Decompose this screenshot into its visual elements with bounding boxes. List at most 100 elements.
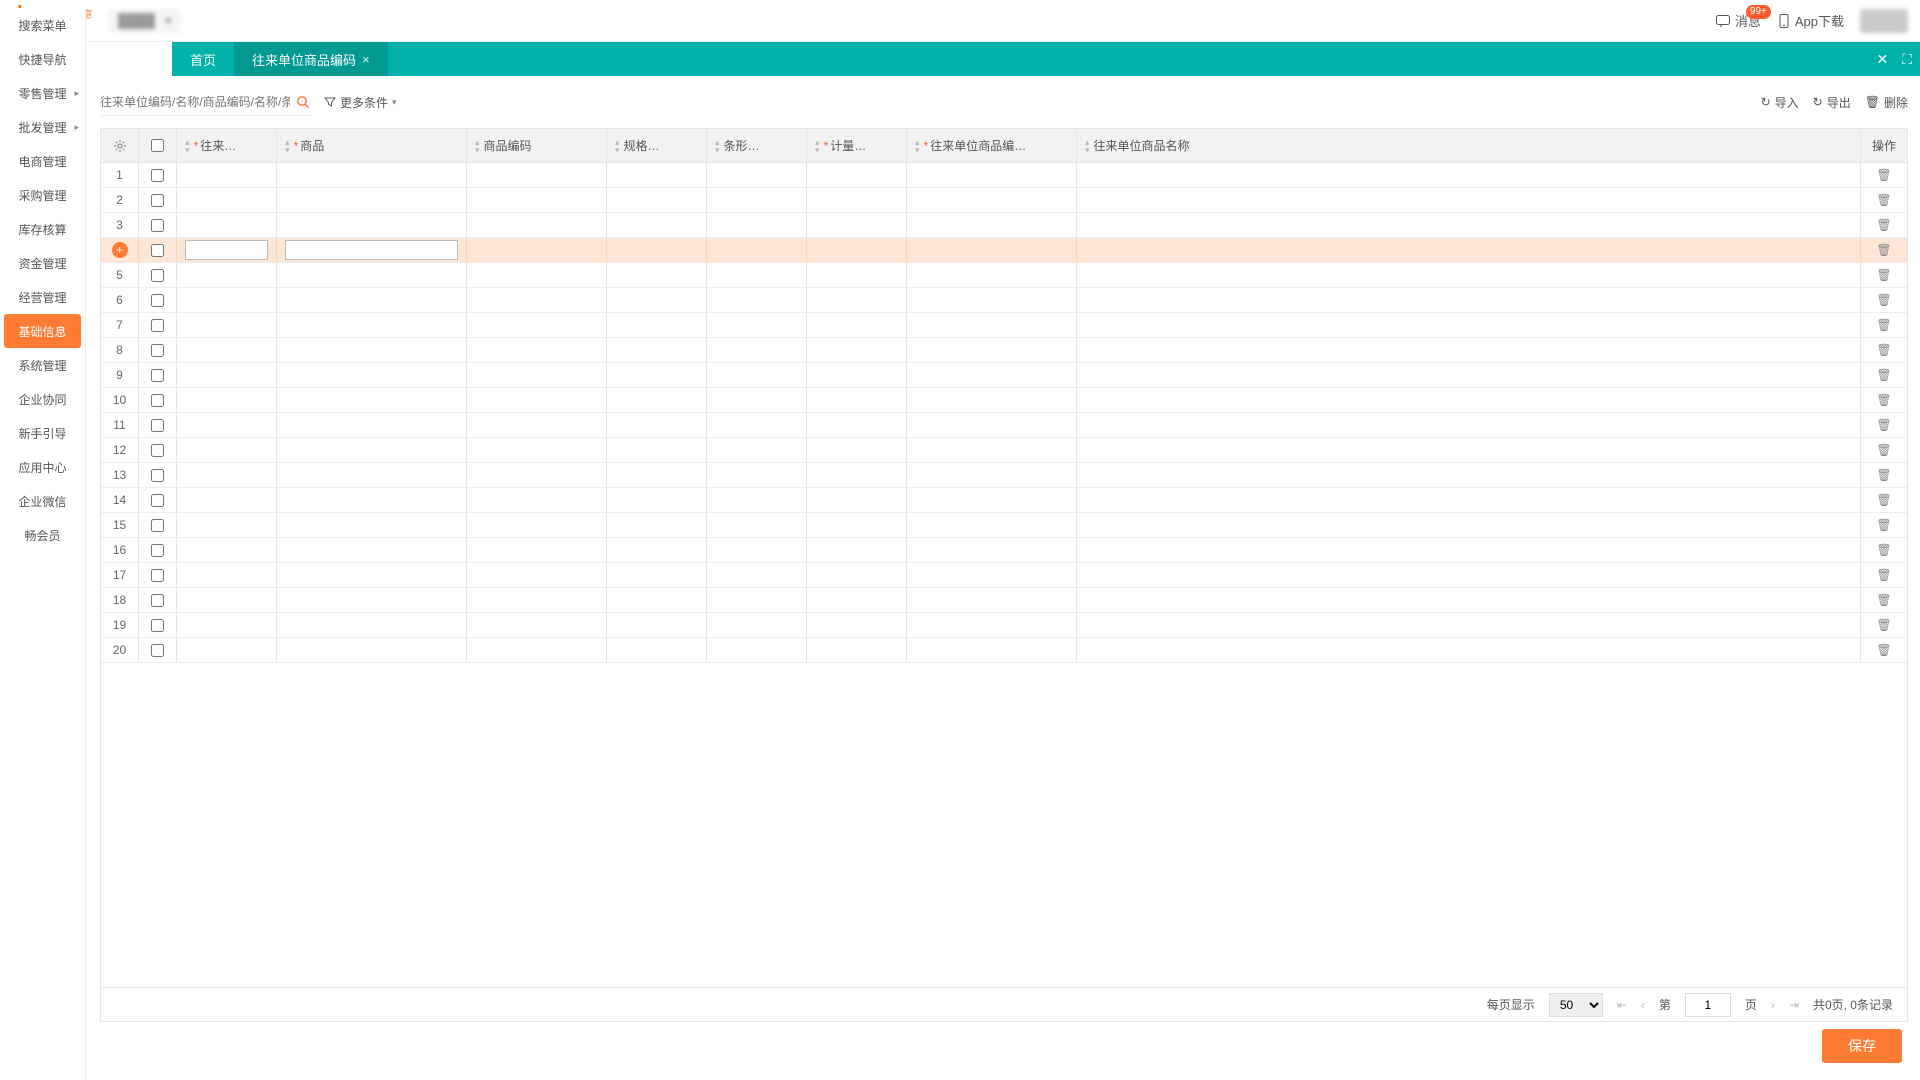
cell[interactable] xyxy=(907,463,1077,487)
cell[interactable] xyxy=(607,163,707,187)
row-checkbox[interactable] xyxy=(139,413,177,437)
sidebar-item-2[interactable]: 零售管理▸ xyxy=(0,76,85,110)
trash-icon[interactable]: 🗑 xyxy=(1876,193,1891,207)
cell[interactable] xyxy=(807,288,907,312)
cell[interactable] xyxy=(1077,563,1861,587)
search-icon[interactable] xyxy=(296,95,310,109)
row-delete[interactable]: 🗑 xyxy=(1861,238,1907,262)
cell[interactable] xyxy=(707,313,807,337)
cell[interactable] xyxy=(607,588,707,612)
cell[interactable] xyxy=(277,238,467,262)
cell[interactable] xyxy=(277,613,467,637)
cell[interactable] xyxy=(907,388,1077,412)
trash-icon[interactable]: 🗑 xyxy=(1876,168,1891,182)
cell[interactable] xyxy=(277,438,467,462)
cell[interactable] xyxy=(607,538,707,562)
sidebar-item-1[interactable]: 快捷导航 xyxy=(0,42,85,76)
sidebar-item-10[interactable]: 系统管理 xyxy=(0,348,85,382)
cell[interactable] xyxy=(277,313,467,337)
cell[interactable] xyxy=(707,238,807,262)
trash-icon[interactable]: 🗑 xyxy=(1876,618,1891,632)
row-checkbox[interactable] xyxy=(139,513,177,537)
table-row[interactable]: 5🗑 xyxy=(101,263,1907,288)
cell[interactable] xyxy=(1077,413,1861,437)
page-last-icon[interactable]: ⇥ xyxy=(1789,998,1799,1012)
trash-icon[interactable]: 🗑 xyxy=(1876,293,1891,307)
cell[interactable] xyxy=(467,463,607,487)
cell[interactable] xyxy=(1077,363,1861,387)
table-row[interactable]: 17🗑 xyxy=(101,563,1907,588)
cell[interactable] xyxy=(277,288,467,312)
cell[interactable] xyxy=(607,213,707,237)
cell[interactable] xyxy=(807,188,907,212)
cell[interactable] xyxy=(707,538,807,562)
trash-icon[interactable]: 🗑 xyxy=(1876,593,1891,607)
page-next-icon[interactable]: › xyxy=(1771,998,1775,1012)
row-delete[interactable]: 🗑 xyxy=(1861,463,1907,487)
cell[interactable] xyxy=(707,388,807,412)
cell[interactable] xyxy=(807,163,907,187)
row-checkbox[interactable] xyxy=(139,563,177,587)
col-barcode[interactable]: ▴▾条形… xyxy=(707,129,807,162)
app-download-button[interactable]: App下载 xyxy=(1777,11,1844,30)
table-row[interactable]: 2🗑 xyxy=(101,188,1907,213)
cell[interactable] xyxy=(1077,213,1861,237)
row-delete[interactable]: 🗑 xyxy=(1861,213,1907,237)
cell[interactable] xyxy=(1077,238,1861,262)
sidebar-item-13[interactable]: 应用中心 xyxy=(0,450,85,484)
cell-editor[interactable] xyxy=(285,240,458,260)
cell[interactable] xyxy=(607,463,707,487)
cell[interactable] xyxy=(467,163,607,187)
row-checkbox[interactable] xyxy=(139,213,177,237)
cell[interactable] xyxy=(467,488,607,512)
cell[interactable] xyxy=(607,338,707,362)
export-button[interactable]: ↻ 导出 xyxy=(1813,94,1851,111)
tab-current[interactable]: 往来单位商品编码 × xyxy=(234,42,388,76)
trash-icon[interactable]: 🗑 xyxy=(1876,268,1891,282)
cell[interactable] xyxy=(177,388,277,412)
cell[interactable] xyxy=(807,613,907,637)
row-checkbox[interactable] xyxy=(139,288,177,312)
cell[interactable] xyxy=(907,638,1077,662)
sidebar-item-6[interactable]: 库存核算 xyxy=(0,212,85,246)
cell[interactable] xyxy=(277,388,467,412)
row-checkbox[interactable] xyxy=(139,263,177,287)
save-button[interactable]: 保存 xyxy=(1822,1029,1902,1063)
page-prev-icon[interactable]: ‹ xyxy=(1641,998,1645,1012)
cell[interactable] xyxy=(807,488,907,512)
cell[interactable] xyxy=(467,538,607,562)
sidebar-item-8[interactable]: 经营管理 xyxy=(0,280,85,314)
cell[interactable] xyxy=(607,238,707,262)
cell[interactable] xyxy=(807,463,907,487)
table-row[interactable]: 11🗑 xyxy=(101,413,1907,438)
cell[interactable] xyxy=(467,563,607,587)
trash-icon[interactable]: 🗑 xyxy=(1876,443,1891,457)
cell[interactable] xyxy=(177,363,277,387)
trash-icon[interactable]: 🗑 xyxy=(1876,493,1891,507)
row-checkbox[interactable] xyxy=(139,538,177,562)
row-delete[interactable]: 🗑 xyxy=(1861,388,1907,412)
cell[interactable] xyxy=(467,338,607,362)
cell[interactable] xyxy=(707,463,807,487)
cell[interactable] xyxy=(907,238,1077,262)
cell[interactable] xyxy=(807,238,907,262)
cell[interactable] xyxy=(907,613,1077,637)
table-row[interactable]: 18🗑 xyxy=(101,588,1907,613)
cell[interactable] xyxy=(1077,488,1861,512)
cell[interactable] xyxy=(277,163,467,187)
cell[interactable] xyxy=(607,438,707,462)
close-all-icon[interactable]: ✕ xyxy=(1876,51,1888,68)
cell[interactable] xyxy=(177,588,277,612)
cell[interactable] xyxy=(177,538,277,562)
cell[interactable] xyxy=(1077,513,1861,537)
cell[interactable] xyxy=(607,188,707,212)
row-delete[interactable]: 🗑 xyxy=(1861,263,1907,287)
table-row[interactable]: 3🗑 xyxy=(101,213,1907,238)
cell[interactable] xyxy=(467,638,607,662)
cell[interactable] xyxy=(1077,388,1861,412)
cell[interactable] xyxy=(277,413,467,437)
cell[interactable] xyxy=(177,263,277,287)
row-checkbox[interactable] xyxy=(139,363,177,387)
page-input[interactable] xyxy=(1685,993,1731,1017)
cell[interactable] xyxy=(177,338,277,362)
